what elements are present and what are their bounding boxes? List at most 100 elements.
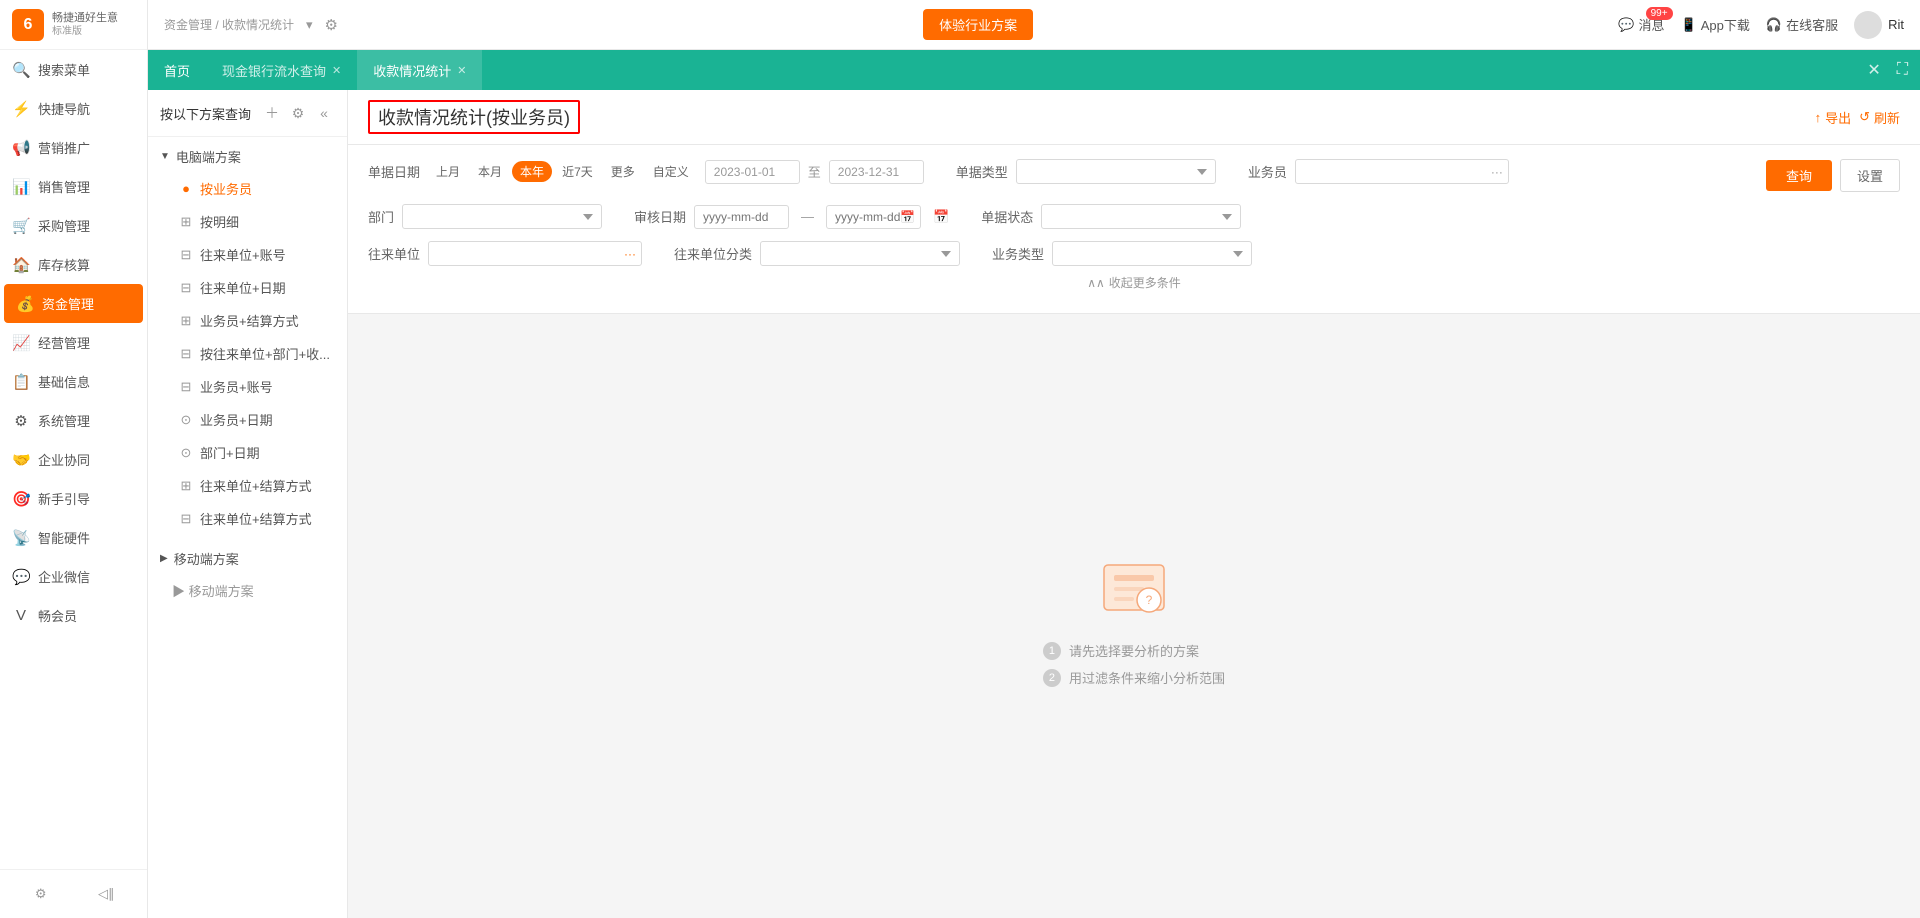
bill-status-field: 单据状态 xyxy=(981,204,1241,229)
sidebar-item-iot[interactable]: 📡智能硬件 xyxy=(0,518,147,557)
bill-status-select[interactable] xyxy=(1041,204,1241,229)
top-header: 资金管理 / 收款情况统计 ▾ ⚙ 体验行业方案 💬 消息 99+ 📱 App下… xyxy=(148,0,1920,50)
dept-select[interactable] xyxy=(402,204,602,229)
scheme-item-unit_date[interactable]: ⊟往来单位+日期 xyxy=(148,271,347,304)
tab-receipt-stats[interactable]: 收款情况统计 ✕ xyxy=(357,50,482,90)
tab-home[interactable]: 首页 xyxy=(148,50,206,90)
scheme-item-unit_account[interactable]: ⊟往来单位+账号 xyxy=(148,238,347,271)
left-panel: 按以下方案查询 ＋ ⚙ « ▼电脑端方案●按业务员⊞按明细⊟往来单位+账号⊟往来… xyxy=(148,90,348,918)
tab-receipt-close-icon[interactable]: ✕ xyxy=(457,64,466,77)
date-start-input[interactable] xyxy=(705,160,800,184)
logo-area: 6 畅捷通好生意 标准版 xyxy=(0,0,147,50)
collapse-sidebar-btn[interactable]: ◁∥ xyxy=(90,878,122,910)
date-tab-more[interactable]: 更多 xyxy=(603,161,643,182)
sidebar-item-purchase[interactable]: 🛒采购管理 xyxy=(0,206,147,245)
tab-maximize-icon[interactable]: ⛶ xyxy=(1893,57,1912,83)
group-collapse-icon-mobile: ▶ xyxy=(160,553,168,564)
quick_nav-icon: ⚡ xyxy=(12,100,30,118)
scheme-group-header-desktop[interactable]: ▼电脑端方案 xyxy=(148,141,347,172)
scheme-item-dept_date[interactable]: ⊙部门+日期 xyxy=(148,436,347,469)
date-tab-this_month[interactable]: 本月 xyxy=(470,161,510,182)
counterpart-field: 往来单位 ··· xyxy=(368,241,642,266)
sidebar-item-label-search: 搜索菜单 xyxy=(38,60,90,79)
refresh-button[interactable]: ↺ 刷新 xyxy=(1859,108,1900,127)
sidebar-item-sales[interactable]: 📊销售管理 xyxy=(0,167,147,206)
date-end-input[interactable] xyxy=(829,160,924,184)
sidebar-item-operation[interactable]: 📈 经营管理 xyxy=(0,323,147,362)
header-actions: 体验行业方案 xyxy=(923,9,1033,40)
scheme-group-expand-mobile[interactable]: ▶ 移动端方案 xyxy=(148,574,347,607)
app-download-button[interactable]: 📱 App下载 xyxy=(1681,15,1750,34)
user-area[interactable]: Rit xyxy=(1854,11,1904,39)
content-area: 按以下方案查询 ＋ ⚙ « ▼电脑端方案●按业务员⊞按明细⊟往来单位+账号⊟往来… xyxy=(148,90,1920,918)
add-scheme-btn[interactable]: ＋ xyxy=(261,102,283,124)
scheme-item-salesman_account[interactable]: ⊟业务员+账号 xyxy=(148,370,347,403)
counterpart-input[interactable] xyxy=(428,241,642,266)
breadcrumb-dropdown-icon[interactable]: ▾ xyxy=(306,17,313,33)
operation-icon: 📈 xyxy=(12,334,30,352)
user-name: Rit xyxy=(1888,17,1904,32)
sidebar-item-member[interactable]: V畅会员 xyxy=(0,596,147,635)
scheme-item-unit_dept_recv[interactable]: ⊟按往来单位+部门+收... xyxy=(148,337,347,370)
scheme-item-by_detail[interactable]: ⊞按明细 xyxy=(148,205,347,238)
date-tab-last_month[interactable]: 上月 xyxy=(428,161,468,182)
message-button[interactable]: 💬 消息 99+ xyxy=(1618,15,1664,34)
sidebar-item-guide[interactable]: 🎯新手引导 xyxy=(0,479,147,518)
message-icon: 💬 xyxy=(1618,17,1634,33)
scheme-settings-btn[interactable]: ⚙ xyxy=(287,102,309,124)
online-service-button[interactable]: 🎧 在线客服 xyxy=(1766,15,1838,34)
biz-type-field: 业务类型 xyxy=(992,241,1252,266)
scheme-item-salesman_settle[interactable]: ⊞业务员+结算方式 xyxy=(148,304,347,337)
bill-type-select[interactable] xyxy=(1016,159,1216,184)
sidebar-item-finance[interactable]: 💰资金管理 xyxy=(4,284,143,323)
sidebar-item-label-sales: 销售管理 xyxy=(38,177,90,196)
date-tab-last7[interactable]: 近7天 xyxy=(554,161,601,182)
tab-home-label: 首页 xyxy=(164,61,190,80)
sidebar-item-marketing[interactable]: 📢营销推广 xyxy=(0,128,147,167)
scheme-item-icon-unit_settle2: ⊟ xyxy=(178,511,194,527)
scheme-item-by_salesman[interactable]: ●按业务员 xyxy=(148,172,347,205)
tab-close-window-icon[interactable]: ✕ xyxy=(1863,56,1884,84)
message-badge: 99+ xyxy=(1646,7,1673,20)
salesman-input[interactable] xyxy=(1295,159,1509,184)
review-date-cal-icon: 📅 xyxy=(933,209,949,225)
sidebar-item-label-marketing: 营销推广 xyxy=(38,138,90,157)
collapse-panel-btn[interactable]: « xyxy=(313,102,335,124)
settings-footer-btn[interactable]: ⚙ xyxy=(25,878,57,910)
counterpart-category-select[interactable] xyxy=(760,241,960,266)
export-button[interactable]: ↑ 导出 xyxy=(1815,108,1852,127)
biz-type-select[interactable] xyxy=(1052,241,1252,266)
sidebar-item-label-operation: 经营管理 xyxy=(38,333,90,352)
empty-tip-1: 1 请先选择要分析的方案 xyxy=(1043,641,1225,660)
settings-gear-icon[interactable]: ⚙ xyxy=(325,16,338,34)
query-button[interactable]: 查询 xyxy=(1766,160,1832,191)
date-tab-this_year[interactable]: 本年 xyxy=(512,161,552,182)
scheme-item-salesman_date[interactable]: ⊙业务员+日期 xyxy=(148,403,347,436)
dept-field: 部门 xyxy=(368,204,602,229)
date-tab-custom[interactable]: 自定义 xyxy=(645,161,697,182)
tab-bar-actions: ✕ ⛶ xyxy=(1863,56,1920,84)
logo-icon: 6 xyxy=(12,9,44,41)
counterpart-category-field: 往来单位分类 xyxy=(674,241,960,266)
filter-setting-button[interactable]: 设置 xyxy=(1840,159,1900,192)
review-date-start[interactable] xyxy=(694,205,789,229)
sidebar-item-basic[interactable]: 📋基础信息 xyxy=(0,362,147,401)
main-content: 资金管理 / 收款情况统计 ▾ ⚙ 体验行业方案 💬 消息 99+ 📱 App下… xyxy=(148,0,1920,918)
scheme-item-icon-unit_dept_recv: ⊟ xyxy=(178,346,194,362)
sidebar-item-system[interactable]: ⚙系统管理 xyxy=(0,401,147,440)
trial-button[interactable]: 体验行业方案 xyxy=(923,9,1033,40)
sidebar-item-search[interactable]: 🔍搜索菜单 xyxy=(0,50,147,89)
sidebar-item-warehouse[interactable]: 🏠库存核算 xyxy=(0,245,147,284)
scheme-item-unit_settle2[interactable]: ⊟往来单位+结算方式 xyxy=(148,502,347,535)
sidebar-item-quick_nav[interactable]: ⚡快捷导航 xyxy=(0,89,147,128)
tab-bank-flow[interactable]: 现金银行流水查询 ✕ xyxy=(206,50,357,90)
sidebar-item-wechat[interactable]: 💬企业微信 xyxy=(0,557,147,596)
sidebar-item-label-enterprise: 企业协同 xyxy=(38,450,90,469)
collapse-more-btn[interactable]: ∧∧ 收起更多条件 xyxy=(368,266,1900,299)
scheme-item-unit_settle1[interactable]: ⊞往来单位+结算方式 xyxy=(148,469,347,502)
system-icon: ⚙ xyxy=(12,412,30,430)
scheme-group-header-mobile[interactable]: ▶移动端方案 xyxy=(148,543,347,574)
tab-bank-close-icon[interactable]: ✕ xyxy=(332,64,341,77)
counterpart-more-icon[interactable]: ··· xyxy=(624,247,636,261)
sidebar-item-enterprise[interactable]: 🤝企业协同 xyxy=(0,440,147,479)
